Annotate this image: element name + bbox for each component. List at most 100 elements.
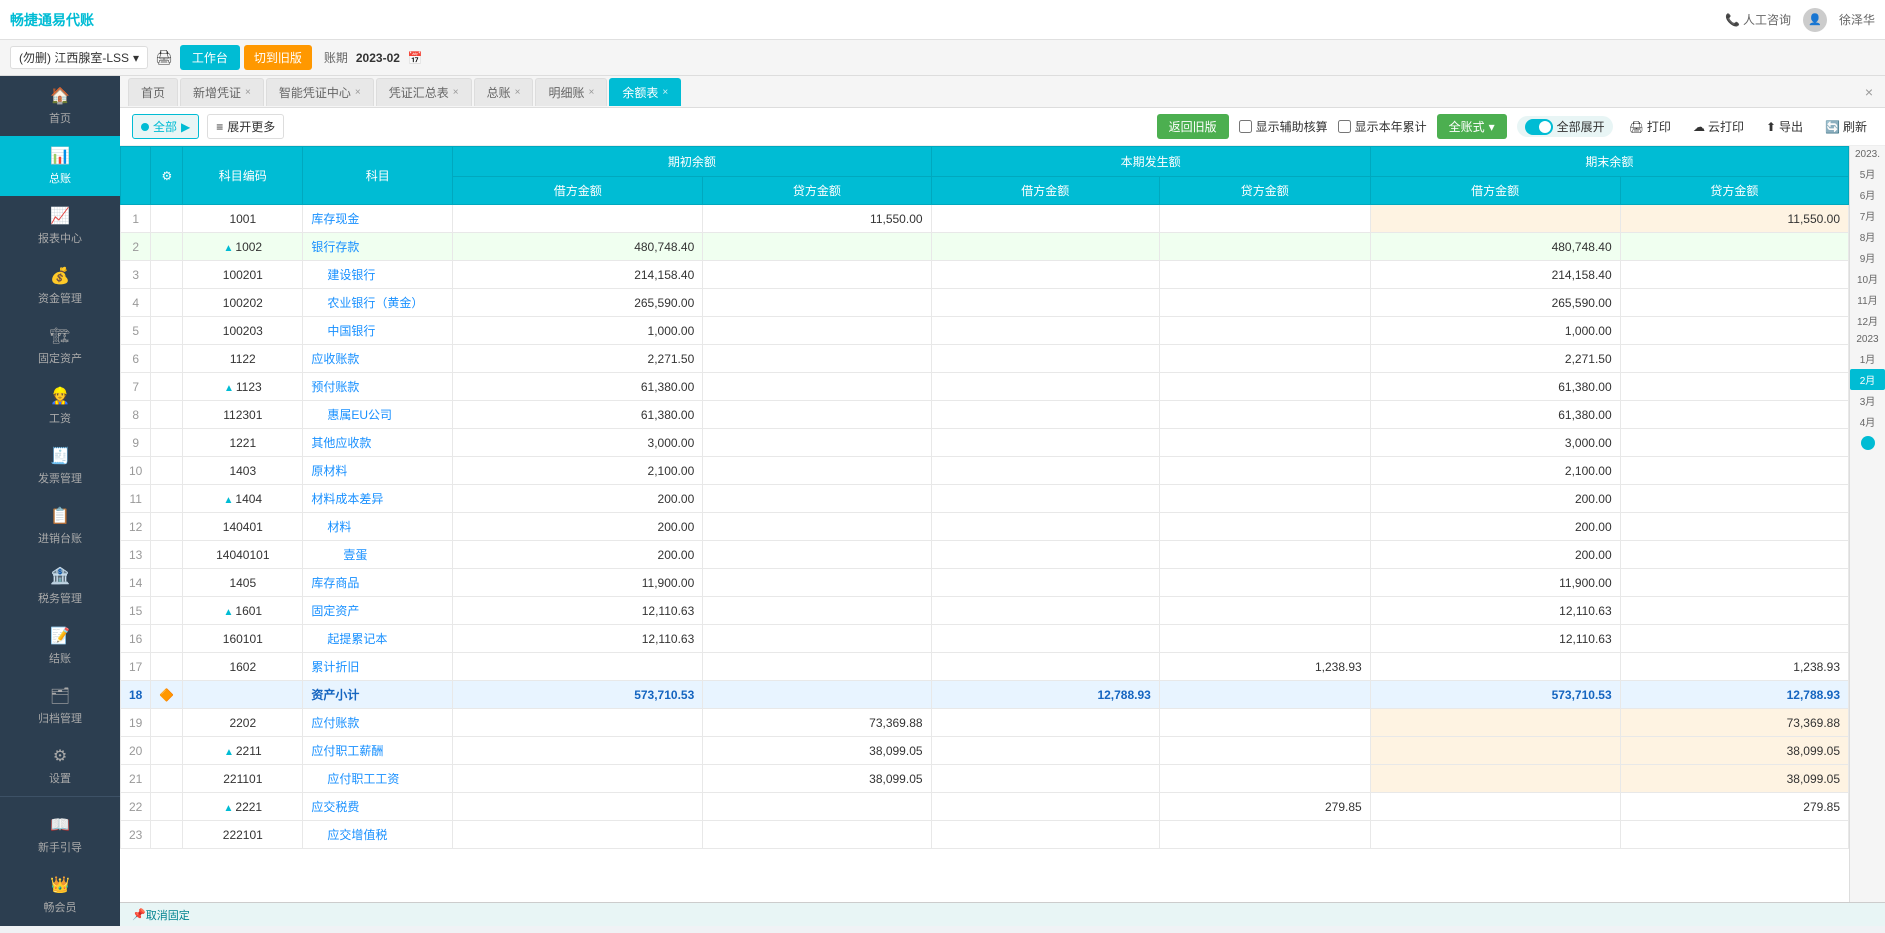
sidebar-item-archive[interactable]: 🗂 归档管理 bbox=[0, 676, 120, 736]
export-btn[interactable]: ⬆ 导出 bbox=[1760, 115, 1809, 138]
account-link[interactable]: 应收账款 bbox=[311, 352, 359, 366]
sidebar-item-ledger[interactable]: 📊 总账 bbox=[0, 136, 120, 196]
month-4[interactable]: 4月 bbox=[1850, 411, 1885, 432]
cell-name[interactable]: 应交税费 bbox=[303, 793, 453, 821]
account-link[interactable]: 材料 bbox=[327, 520, 351, 534]
ytd-checkbox[interactable] bbox=[1338, 120, 1351, 133]
format-btn[interactable]: 全账式 ▾ bbox=[1437, 114, 1507, 139]
sidebar-item-guide[interactable]: 📖 新手引导 bbox=[0, 805, 120, 865]
cell-name[interactable]: 累计折旧 bbox=[303, 653, 453, 681]
cell-name[interactable]: 应收账款 bbox=[303, 345, 453, 373]
account-link[interactable]: 其他应收款 bbox=[311, 436, 371, 450]
account-link[interactable]: 库存商品 bbox=[311, 576, 359, 590]
month-8[interactable]: 8月 bbox=[1850, 226, 1885, 247]
account-link[interactable]: 惠属EU公司 bbox=[327, 408, 392, 422]
account-link[interactable]: 应交税费 bbox=[311, 800, 359, 814]
account-link[interactable]: 起提累记本 bbox=[327, 632, 387, 646]
tab-detail-ledger[interactable]: 明细账 × bbox=[535, 78, 607, 106]
sidebar-item-tax[interactable]: 🏦 税务管理 bbox=[0, 556, 120, 616]
sidebar-item-purchase[interactable]: 📋 进销台账 bbox=[0, 496, 120, 556]
cell-name[interactable]: 壹蛋 bbox=[303, 541, 453, 569]
cell-name[interactable]: 材料 bbox=[303, 513, 453, 541]
cell-name[interactable]: 惠属EU公司 bbox=[303, 401, 453, 429]
consult-btn[interactable]: 📞 人工咨询 bbox=[1725, 11, 1791, 28]
cell-name[interactable]: 建设银行 bbox=[303, 261, 453, 289]
month-10[interactable]: 10月 bbox=[1850, 268, 1885, 289]
company-selector[interactable]: (勿删) 江西腺室-LSS ▾ bbox=[10, 46, 148, 69]
calendar-icon[interactable]: 📅 bbox=[408, 51, 423, 65]
tab-general-ledger[interactable]: 总账 × bbox=[474, 78, 534, 106]
account-link[interactable]: 库存现金 bbox=[311, 212, 359, 226]
cell-name[interactable]: 库存商品 bbox=[303, 569, 453, 597]
account-link[interactable]: 累计折旧 bbox=[311, 660, 359, 674]
month-5[interactable]: 5月 bbox=[1850, 163, 1885, 184]
cell-name[interactable]: 原材料 bbox=[303, 457, 453, 485]
account-link[interactable]: 应交增值税 bbox=[327, 828, 387, 842]
expand-btn[interactable]: ≡ 展开更多 bbox=[207, 114, 284, 139]
cell-name[interactable]: 材料成本差异 bbox=[303, 485, 453, 513]
cell-name[interactable]: 其他应收款 bbox=[303, 429, 453, 457]
month-12[interactable]: 12月 bbox=[1850, 310, 1885, 331]
tab-general-ledger-close[interactable]: × bbox=[515, 87, 521, 98]
month-6[interactable]: 6月 bbox=[1850, 184, 1885, 205]
print-icon[interactable]: 🖨 bbox=[152, 46, 176, 69]
month-9[interactable]: 9月 bbox=[1850, 247, 1885, 268]
cloud-print-btn[interactable]: ☁ 云打印 bbox=[1687, 115, 1750, 138]
cell-name[interactable]: 起提累记本 bbox=[303, 625, 453, 653]
auxiliary-checkbox[interactable] bbox=[1239, 120, 1252, 133]
account-link[interactable]: 应付职工工资 bbox=[327, 772, 399, 786]
tab-balance-table-close[interactable]: × bbox=[662, 87, 668, 98]
panel-circle-btn[interactable] bbox=[1850, 436, 1885, 450]
tab-smart-voucher-close[interactable]: × bbox=[355, 87, 361, 98]
filter-btn[interactable]: 全部 ▶ bbox=[132, 114, 199, 139]
sidebar-item-close[interactable]: 📝 结账 bbox=[0, 616, 120, 676]
tab-smart-voucher[interactable]: 智能凭证中心 × bbox=[266, 78, 374, 106]
sidebar-item-home[interactable]: 🏠 首页 bbox=[0, 76, 120, 136]
cell-name[interactable]: 应交增值税 bbox=[303, 821, 453, 849]
sidebar-item-settings[interactable]: ⚙ 设置 bbox=[0, 736, 120, 796]
account-link[interactable]: 预付账款 bbox=[311, 380, 359, 394]
account-link[interactable]: 银行存款 bbox=[311, 240, 359, 254]
workbench-btn[interactable]: 工作台 bbox=[180, 45, 240, 70]
switch-btn[interactable]: 切到旧版 bbox=[244, 45, 312, 70]
account-link[interactable]: 中国银行 bbox=[327, 324, 375, 338]
refresh-btn[interactable]: 🔄 刷新 bbox=[1819, 115, 1873, 138]
print-action-btn[interactable]: 🖨 打印 bbox=[1623, 115, 1677, 138]
bottom-bar[interactable]: 📌 取消固定 bbox=[120, 902, 1885, 926]
month-7[interactable]: 7月 bbox=[1850, 205, 1885, 226]
show-ytd-check[interactable]: 显示本年累计 bbox=[1338, 118, 1427, 135]
sidebar-item-invoice[interactable]: 🧾 发票管理 bbox=[0, 436, 120, 496]
account-link[interactable]: 应付职工薪酬 bbox=[311, 744, 383, 758]
tab-add-voucher-close[interactable]: × bbox=[245, 87, 251, 98]
account-link[interactable]: 农业银行（黄金） bbox=[327, 296, 423, 310]
sidebar-item-reports[interactable]: 📈 报表中心 bbox=[0, 196, 120, 256]
expand-all-toggle[interactable]: 全部展开 bbox=[1517, 116, 1613, 137]
month-1[interactable]: 1月 bbox=[1850, 348, 1885, 369]
month-3[interactable]: 3月 bbox=[1850, 390, 1885, 411]
tab-voucher-summary-close[interactable]: × bbox=[453, 87, 459, 98]
return-btn[interactable]: 返回旧版 bbox=[1157, 114, 1229, 139]
month-2-active[interactable]: 2月 bbox=[1850, 369, 1885, 390]
account-link[interactable]: 壹蛋 bbox=[343, 548, 367, 562]
account-link[interactable]: 原材料 bbox=[311, 464, 347, 478]
cell-name[interactable]: 中国银行 bbox=[303, 317, 453, 345]
cell-name[interactable]: 应付职工工资 bbox=[303, 765, 453, 793]
month-11[interactable]: 11月 bbox=[1850, 289, 1885, 310]
sidebar-item-member[interactable]: 👑 畅会员 bbox=[0, 865, 120, 925]
account-link[interactable]: 建设银行 bbox=[327, 268, 375, 282]
cell-name[interactable]: 固定资产 bbox=[303, 597, 453, 625]
cell-name[interactable]: 应付账款 bbox=[303, 709, 453, 737]
cell-name[interactable]: 应付职工薪酬 bbox=[303, 737, 453, 765]
cell-name[interactable]: 农业银行（黄金） bbox=[303, 289, 453, 317]
cell-name[interactable]: 库存现金 bbox=[303, 205, 453, 233]
cell-name[interactable]: 银行存款 bbox=[303, 233, 453, 261]
cell-name[interactable]: 预付账款 bbox=[303, 373, 453, 401]
tab-home[interactable]: 首页 bbox=[128, 78, 178, 106]
tab-close-all[interactable]: × bbox=[1861, 80, 1877, 104]
tab-balance-table[interactable]: 余额表 × bbox=[609, 78, 681, 106]
sidebar-item-funds[interactable]: 💰 资金管理 bbox=[0, 256, 120, 316]
sidebar-item-assets[interactable]: 🏗 固定资产 bbox=[0, 316, 120, 376]
account-link[interactable]: 固定资产 bbox=[311, 604, 359, 618]
account-link[interactable]: 材料成本差异 bbox=[311, 492, 383, 506]
show-auxiliary-check[interactable]: 显示辅助核算 bbox=[1239, 118, 1328, 135]
